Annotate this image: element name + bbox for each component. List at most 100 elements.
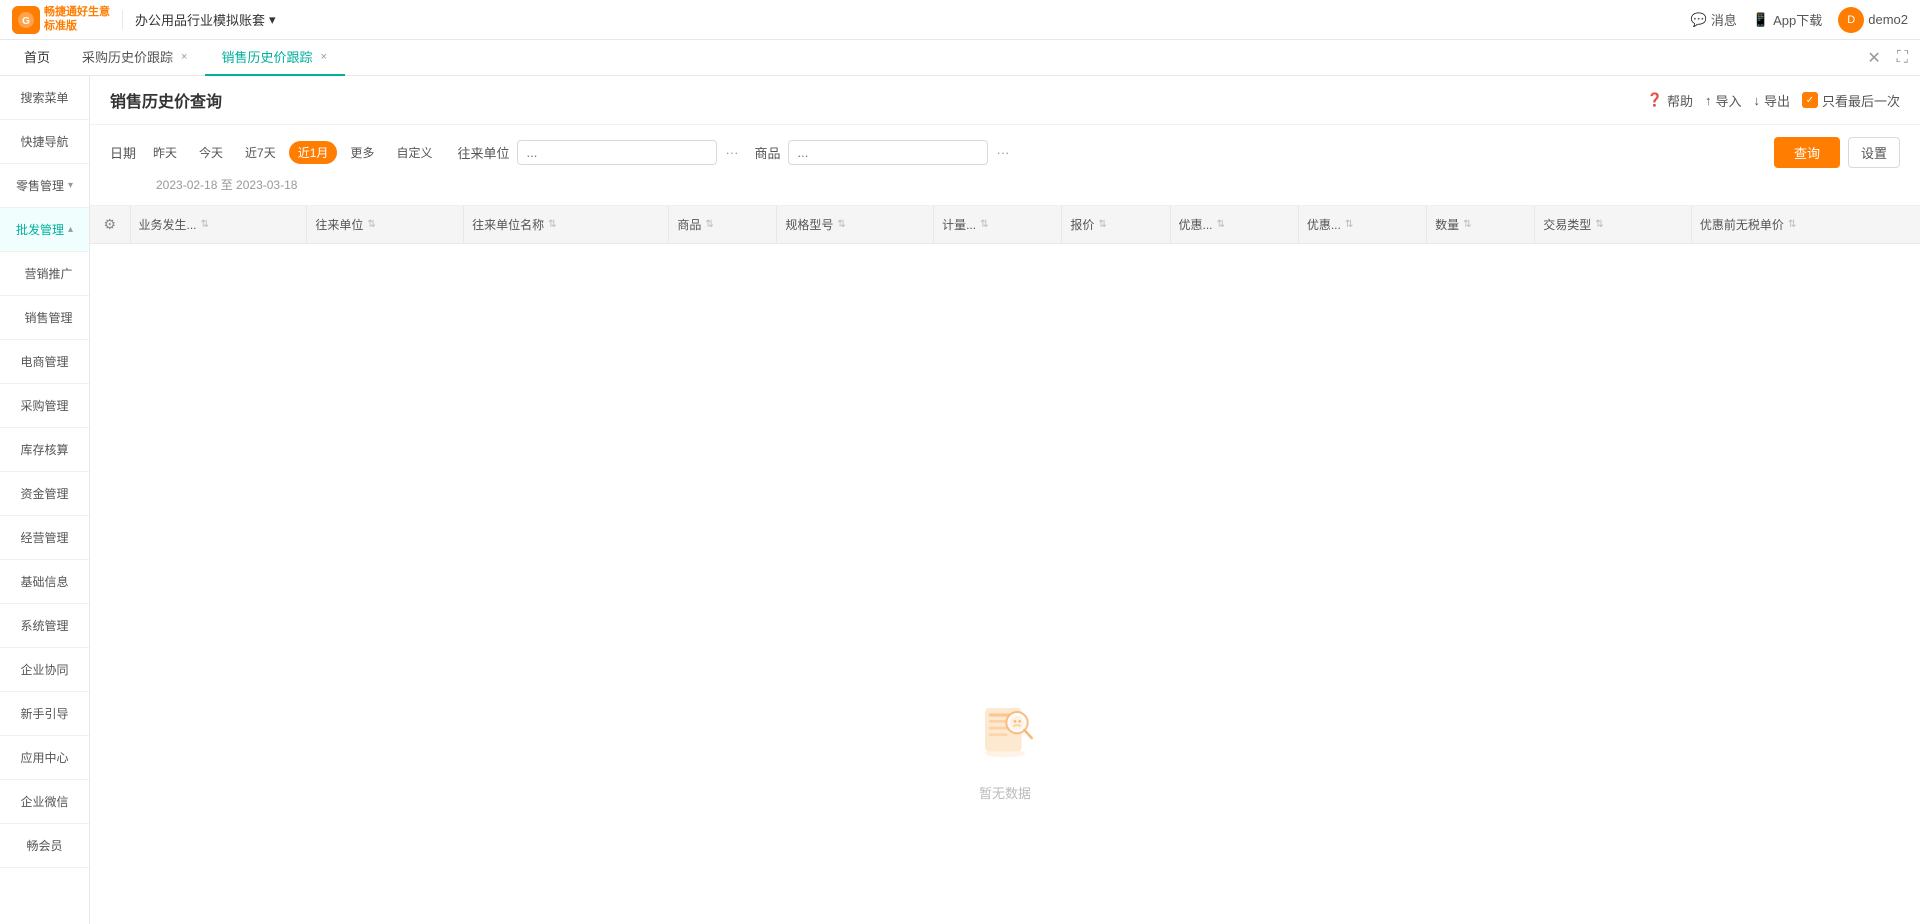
empty-text: 暂无数据 <box>979 783 1031 802</box>
sort-icon-discount-amt[interactable]: ⇅ <box>1345 219 1353 230</box>
tab-sales-close[interactable]: × <box>318 49 328 65</box>
tab-purchase-history[interactable]: 采购历史价跟踪 × <box>66 40 205 76</box>
date-label: 日期 <box>110 143 136 162</box>
sort-icon-biz-date[interactable]: ⇅ <box>201 219 209 230</box>
sort-icon-pre-tax-price[interactable]: ⇅ <box>1788 219 1796 230</box>
wholesale-arrow-icon: ▴ <box>68 224 73 235</box>
wholesale-label: 批发管理 <box>16 221 64 238</box>
header-right: 💬 消息 📱 App下载 D demo2 <box>1691 7 1908 33</box>
date-range-row: 2023-02-18 至 2023-03-18 <box>110 174 1900 193</box>
sidebar-item-purchase[interactable]: 采购管理 <box>0 384 89 428</box>
date-btn-yesterday[interactable]: 昨天 <box>144 141 186 164</box>
sidebar-item-search-menu[interactable]: 搜索菜单 <box>0 76 89 120</box>
sort-icon-quantity[interactable]: ⇅ <box>1463 219 1471 230</box>
sort-icon-trade-type[interactable]: ⇅ <box>1595 219 1603 230</box>
query-button[interactable]: 查询 <box>1774 137 1840 168</box>
sidebar-item-quick-nav[interactable]: 快捷导航 <box>0 120 89 164</box>
sort-icon-discount-rate[interactable]: ⇅ <box>1217 219 1225 230</box>
logo-icon: G <box>12 6 40 34</box>
empty-data-icon <box>965 688 1045 768</box>
goods-dots-icon[interactable]: ··· <box>996 145 1009 160</box>
date-range-text: 2023-02-18 至 2023-03-18 <box>156 176 297 193</box>
date-buttons: 昨天 今天 近7天 近1月 更多 自定义 <box>144 141 441 164</box>
col-pre-tax-price: 优惠前无税单价 ⇅ <box>1691 206 1920 244</box>
ecommerce-label: 电商管理 <box>20 353 68 370</box>
sort-icon-goods[interactable]: ⇅ <box>705 219 713 230</box>
export-btn[interactable]: ↓ 导出 <box>1753 91 1790 110</box>
date-filter-group: 日期 昨天 今天 近7天 近1月 更多 自定义 <box>110 141 441 164</box>
only-last-checkbox[interactable]: ✓ <box>1802 92 1818 108</box>
logo-text: 畅捷通好生意 标准版 <box>44 6 110 32</box>
goods-filter-group: 商品 ··· <box>754 140 1009 165</box>
gear-icon[interactable]: ⚙ <box>103 216 116 232</box>
header-left: G 畅捷通好生意 标准版 办公用品行业模拟账套 ▾ <box>12 6 276 34</box>
close-all-btn[interactable]: ✕ <box>1863 48 1884 68</box>
sidebar-item-inventory[interactable]: 库存核算 <box>0 428 89 472</box>
col-discount-rate: 优惠... ⇅ <box>1170 206 1298 244</box>
sidebar-item-marketing[interactable]: 营销推广 <box>0 252 89 296</box>
main-layout: 搜索菜单 快捷导航 零售管理 ▾ 批发管理 ▴ 营销推广 销售管理 电商管理 采… <box>0 76 1920 924</box>
table-wrapper: ⚙ 业务发生... ⇅ 往来单 <box>90 206 1920 565</box>
user-menu[interactable]: D demo2 <box>1838 7 1908 33</box>
sidebar-item-finance[interactable]: 资金管理 <box>0 472 89 516</box>
col-quoted-price: 报价 ⇅ <box>1062 206 1170 244</box>
empty-state: 暂无数据 <box>90 565 1920 924</box>
sort-icon-partner-name[interactable]: ⇅ <box>548 219 556 230</box>
sidebar-item-system[interactable]: 系统管理 <box>0 604 89 648</box>
date-btn-today[interactable]: 今天 <box>190 141 232 164</box>
only-last-btn[interactable]: ✓ 只看最后一次 <box>1802 91 1900 110</box>
sidebar-item-sales-mgmt[interactable]: 销售管理 <box>0 296 89 340</box>
app-download-btn[interactable]: 📱 App下载 <box>1753 10 1822 29</box>
tab-home[interactable]: 首页 <box>8 40 66 76</box>
data-table: ⚙ 业务发生... ⇅ 往来单 <box>90 206 1920 244</box>
tab-home-label: 首页 <box>24 47 50 66</box>
goods-input[interactable] <box>788 140 988 165</box>
date-btn-more[interactable]: 更多 <box>341 141 383 164</box>
col-partner-name: 往来单位名称 ⇅ <box>464 206 669 244</box>
member-label: 畅会员 <box>26 837 62 854</box>
content-area: 销售历史价查询 ❓ 帮助 ↑ 导入 ↓ 导出 ✓ <box>90 76 1920 924</box>
import-btn[interactable]: ↑ 导入 <box>1705 91 1742 110</box>
message-btn[interactable]: 💬 消息 <box>1691 10 1737 29</box>
date-btn-1month[interactable]: 近1月 <box>289 141 338 164</box>
sidebar-item-operations[interactable]: 经营管理 <box>0 516 89 560</box>
sort-icon-spec[interactable]: ⇅ <box>837 219 845 230</box>
sidebar: 搜索菜单 快捷导航 零售管理 ▾ 批发管理 ▴ 营销推广 销售管理 电商管理 采… <box>0 76 90 924</box>
help-icon: ❓ <box>1647 92 1663 108</box>
tab-sales-history[interactable]: 销售历史价跟踪 × <box>205 40 344 76</box>
basic-info-label: 基础信息 <box>20 573 68 590</box>
sidebar-item-wholesale[interactable]: 批发管理 ▴ <box>0 208 89 252</box>
app-selector[interactable]: 办公用品行业模拟账套 ▾ <box>122 10 276 29</box>
retail-label: 零售管理 <box>16 177 64 194</box>
col-biz-date: 业务发生... ⇅ <box>130 206 307 244</box>
sidebar-item-retail[interactable]: 零售管理 ▾ <box>0 164 89 208</box>
sidebar-item-member[interactable]: 畅会员 <box>0 824 89 868</box>
new-guide-label: 新手引导 <box>20 705 68 722</box>
page-container: 销售历史价查询 ❓ 帮助 ↑ 导入 ↓ 导出 ✓ <box>90 76 1920 924</box>
sidebar-item-basic-info[interactable]: 基础信息 <box>0 560 89 604</box>
date-btn-custom[interactable]: 自定义 <box>387 141 441 164</box>
sidebar-item-ecommerce[interactable]: 电商管理 <box>0 340 89 384</box>
sort-icon-quoted-price[interactable]: ⇅ <box>1098 219 1106 230</box>
sidebar-item-enterprise-wechat[interactable]: 企业微信 <box>0 780 89 824</box>
dropdown-icon: ▾ <box>269 12 276 28</box>
enterprise-collab-label: 企业协同 <box>20 661 68 678</box>
expand-btn[interactable]: ⛶ <box>1893 49 1912 67</box>
sidebar-item-app-center[interactable]: 应用中心 <box>0 736 89 780</box>
sort-icon-partner-code[interactable]: ⇅ <box>367 219 375 230</box>
avatar: D <box>1838 7 1864 33</box>
help-btn[interactable]: ❓ 帮助 <box>1647 91 1693 110</box>
sort-icon-unit[interactable]: ⇅ <box>980 219 988 230</box>
tab-purchase-close[interactable]: × <box>179 49 189 65</box>
sidebar-item-new-guide[interactable]: 新手引导 <box>0 692 89 736</box>
partner-input[interactable] <box>517 140 717 165</box>
import-icon: ↑ <box>1705 93 1712 108</box>
search-menu-label: 搜索菜单 <box>20 89 68 106</box>
partner-label: 往来单位 <box>457 143 509 162</box>
system-label: 系统管理 <box>20 617 68 634</box>
sidebar-item-enterprise-collab[interactable]: 企业协同 <box>0 648 89 692</box>
col-partner-code: 往来单位 ⇅ <box>307 206 464 244</box>
date-btn-7days[interactable]: 近7天 <box>236 141 285 164</box>
partner-dots-icon[interactable]: ··· <box>725 145 738 160</box>
settings-button[interactable]: 设置 <box>1848 137 1900 168</box>
